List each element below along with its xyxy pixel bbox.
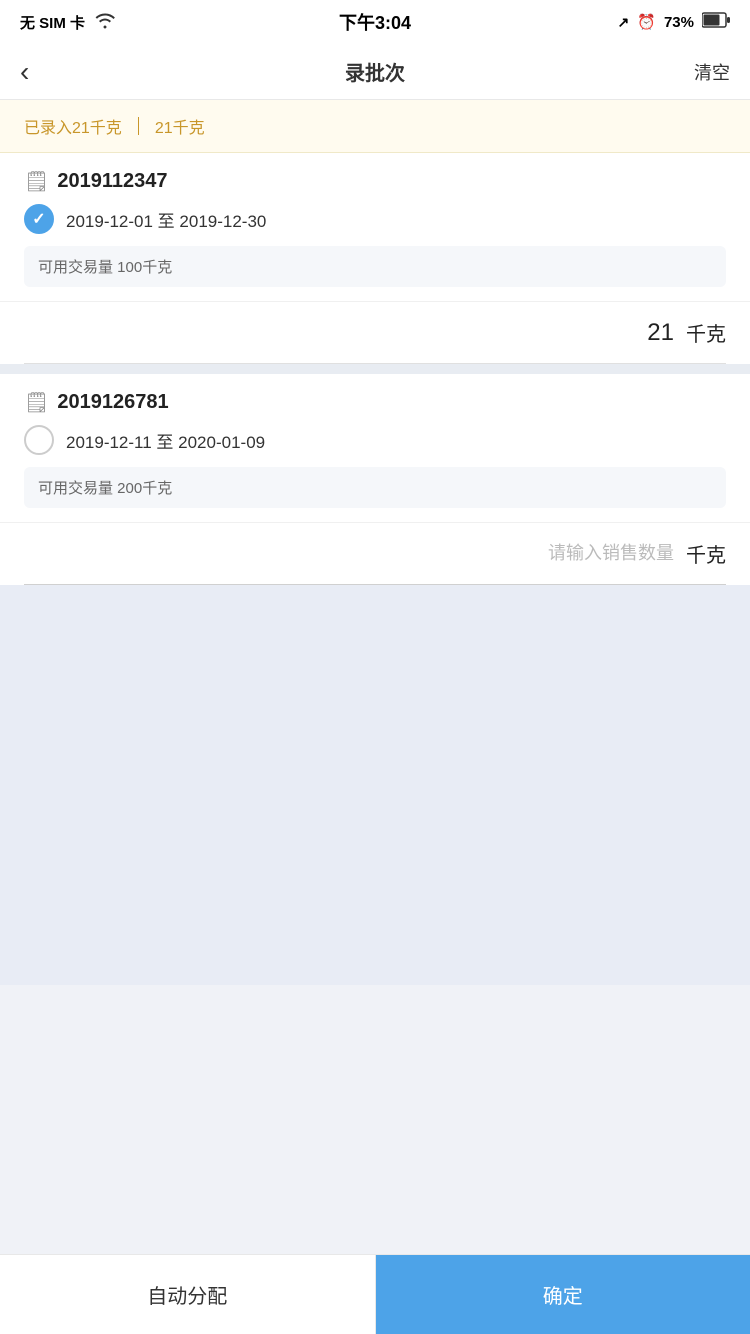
batch-1-amount-row: 21 千克 (0, 301, 750, 363)
nav-bar: ‹ 录批次 清空 (0, 44, 750, 100)
batch-1-amount: 21 (647, 319, 674, 347)
batch-2-date: 2019-12-11 至 2020-01-09 (66, 428, 265, 453)
page-title: 录批次 (345, 57, 405, 86)
background-area (0, 585, 750, 985)
clear-button[interactable]: 清空 (694, 59, 730, 85)
batch-1-header: 🗒 2019112347 (24, 169, 726, 194)
batch-2-available: 可用交易量 200千克 (24, 467, 726, 508)
battery-text: 73% (664, 14, 694, 31)
status-left: 无 SIM 卡 (20, 11, 117, 33)
status-time: 下午3:04 (339, 9, 411, 35)
battery-icon (702, 12, 730, 32)
batch-1-unit: 千克 (686, 318, 726, 347)
info-divider (138, 117, 139, 135)
location-icon: ↗ (618, 14, 630, 31)
confirm-button[interactable]: 确定 (376, 1255, 750, 1334)
batch-2-input-row: 千克 (0, 522, 750, 584)
batch-2-date-row[interactable]: 2019-12-11 至 2020-01-09 (24, 425, 726, 455)
batch-1-date-row[interactable]: 2019-12-01 至 2019-12-30 (24, 204, 726, 234)
doc-icon-2: 🗒 (24, 390, 49, 415)
status-bar: 无 SIM 卡 下午3:04 ↗ ⏰ 73% (0, 0, 750, 44)
batch-1-available: 可用交易量 100千克 (24, 246, 726, 287)
back-button[interactable]: ‹ (20, 56, 29, 88)
total-info: 21千克 (155, 114, 205, 138)
batch-card-1: 🗒 2019112347 2019-12-01 至 2019-12-30 可用交… (0, 153, 750, 364)
section-separator-1 (0, 364, 750, 374)
recorded-info: 已录入21千克 (24, 114, 122, 138)
bottom-bar: 自动分配 确定 (0, 1254, 750, 1334)
status-right: ↗ ⏰ 73% (618, 12, 730, 32)
alarm-icon: ⏰ (637, 13, 656, 31)
auto-distribute-button[interactable]: 自动分配 (0, 1255, 376, 1334)
batch-2-id: 2019126781 (57, 391, 168, 414)
batch-2-unit: 千克 (686, 539, 726, 568)
doc-icon-1: 🗒 (24, 169, 49, 194)
carrier-text: 无 SIM 卡 (20, 12, 85, 33)
batch-1-id: 2019112347 (57, 170, 167, 193)
batch-2-header: 🗒 2019126781 (24, 390, 726, 415)
batch-card-2: 🗒 2019126781 2019-12-11 至 2020-01-09 可用交… (0, 374, 750, 585)
batch-1-date: 2019-12-01 至 2019-12-30 (66, 207, 266, 232)
qty-input-2[interactable] (409, 542, 674, 565)
radio-2[interactable] (24, 425, 54, 455)
wifi-icon (93, 11, 117, 33)
radio-1[interactable] (24, 204, 54, 234)
info-bar: 已录入21千克 21千克 (0, 100, 750, 153)
